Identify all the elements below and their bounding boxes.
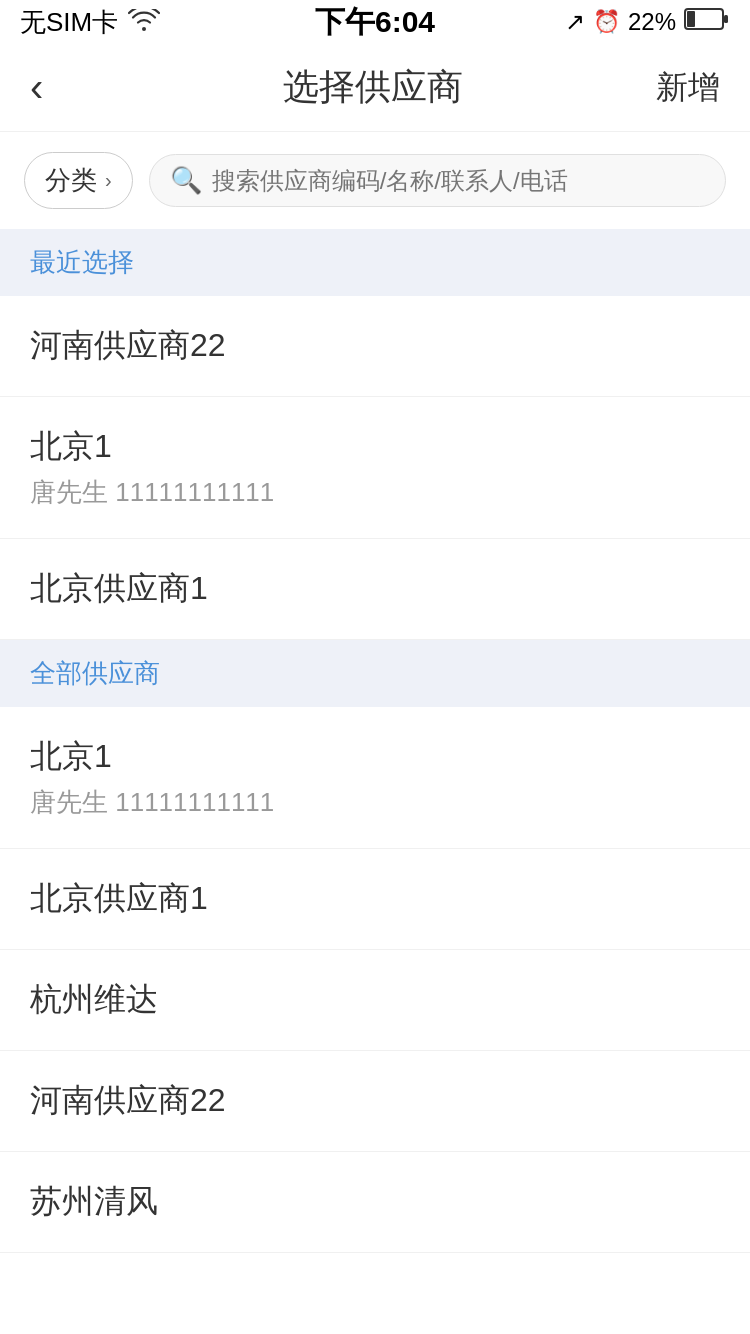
- status-right: ↗ ⏰ 22%: [565, 7, 730, 37]
- wifi-icon: [128, 7, 160, 38]
- search-input[interactable]: [212, 167, 705, 195]
- list-item[interactable]: 北京1 唐先生 11111111111: [0, 707, 750, 849]
- page-title: 选择供应商: [283, 63, 463, 112]
- search-icon: 🔍: [170, 165, 202, 196]
- item-name: 北京1: [30, 735, 720, 779]
- alarm-icon: ⏰: [593, 9, 620, 35]
- list-item[interactable]: 河南供应商22: [0, 1051, 750, 1152]
- item-name: 河南供应商22: [30, 1079, 720, 1123]
- location-icon: ↗: [565, 8, 585, 36]
- status-left: 无SIM卡: [20, 5, 160, 40]
- list-item[interactable]: 北京1 唐先生 11111111111: [0, 397, 750, 539]
- recent-section-header: 最近选择: [0, 229, 750, 296]
- all-section-header: 全部供应商: [0, 640, 750, 707]
- item-name: 苏州清风: [30, 1180, 720, 1224]
- all-section-title: 全部供应商: [30, 658, 160, 688]
- status-time: 下午6:04: [315, 2, 435, 43]
- filter-bar: 分类 › 🔍: [0, 132, 750, 229]
- all-list: 北京1 唐先生 11111111111 北京供应商1 杭州维达河南供应商22 苏州清…: [0, 707, 750, 1253]
- carrier-text: 无SIM卡: [20, 5, 118, 40]
- list-item[interactable]: 杭州维达: [0, 950, 750, 1051]
- item-name: 河南供应商22: [30, 324, 720, 368]
- item-name: 杭州维达: [30, 978, 720, 1022]
- nav-bar: ‹ 选择供应商 新增: [0, 44, 750, 132]
- recent-section-title: 最近选择: [30, 247, 134, 277]
- item-sub: 唐先生 11111111111: [30, 475, 720, 510]
- svg-rect-2: [687, 11, 695, 27]
- item-name: 北京1: [30, 425, 720, 469]
- item-sub: 唐先生 11111111111: [30, 785, 720, 820]
- list-item[interactable]: 苏州清风: [0, 1152, 750, 1253]
- chevron-right-icon: ›: [105, 169, 112, 192]
- status-bar: 无SIM卡 下午6:04 ↗ ⏰ 22%: [0, 0, 750, 44]
- svg-rect-1: [724, 15, 728, 23]
- battery-icon: [684, 7, 730, 37]
- item-name: 北京供应商1: [30, 567, 720, 611]
- search-box[interactable]: 🔍: [149, 154, 726, 207]
- item-name: 北京供应商1: [30, 877, 720, 921]
- category-filter-button[interactable]: 分类 ›: [24, 152, 133, 209]
- back-button[interactable]: ‹: [30, 65, 90, 110]
- battery-text: 22%: [628, 8, 676, 36]
- list-item[interactable]: 北京供应商1: [0, 849, 750, 950]
- list-item[interactable]: 北京供应商1: [0, 539, 750, 640]
- add-button[interactable]: 新增: [656, 66, 720, 110]
- list-item[interactable]: 河南供应商22: [0, 296, 750, 397]
- category-label: 分类: [45, 163, 97, 198]
- recent-list: 河南供应商22 北京1 唐先生 11111111111 北京供应商1: [0, 296, 750, 640]
